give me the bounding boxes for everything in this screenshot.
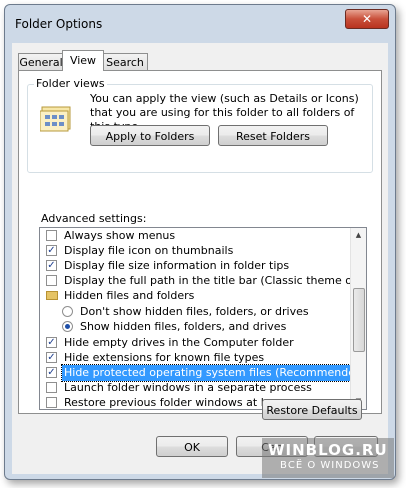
checkbox[interactable] xyxy=(46,230,57,241)
checkbox-checked[interactable]: ✓ xyxy=(46,337,57,348)
close-icon: ✕ xyxy=(361,12,373,26)
setting-label: Don't show hidden files, folders, or dri… xyxy=(80,305,309,318)
window-title: Folder Options xyxy=(15,17,103,31)
close-button[interactable]: ✕ xyxy=(345,9,389,29)
vertical-scrollbar[interactable]: ▲ ▼ xyxy=(350,228,366,409)
setting-label: Hide extensions for known file types xyxy=(64,351,265,364)
reset-folders-button[interactable]: Reset Folders xyxy=(218,125,328,146)
setting-label: Show hidden files, folders, and drives xyxy=(80,320,287,333)
checkbox-checked[interactable]: ✓ xyxy=(46,245,57,256)
tab-view[interactable]: View xyxy=(62,50,104,71)
ok-button[interactable]: OK xyxy=(156,436,228,457)
advanced-settings-label: Advanced settings: xyxy=(41,212,147,225)
checkbox[interactable] xyxy=(46,397,57,408)
setting-label: Launch folder windows in a separate proc… xyxy=(64,381,312,394)
setting-label: Display file icon on thumbnails xyxy=(64,244,234,257)
radio-button[interactable] xyxy=(62,306,73,317)
folder-views-legend: Folder views xyxy=(34,77,107,90)
setting-label: Hide protected operating system files (R… xyxy=(60,364,367,382)
watermark: WINBLOG.RU ВСЁ О WINDOWS xyxy=(262,438,394,478)
restore-defaults-button[interactable]: Restore Defaults xyxy=(262,399,362,420)
setting-label: Hide empty drives in the Computer folder xyxy=(64,336,294,349)
advanced-settings-tree[interactable]: Always show menus ✓ Display file icon on… xyxy=(39,227,367,410)
tab-search[interactable]: Search xyxy=(102,53,148,71)
checkbox-checked[interactable]: ✓ xyxy=(46,352,57,363)
folder-views-group: Folder views You can apply the view (suc… xyxy=(27,77,373,173)
folder-options-window: Folder Options ✕ General View Search Fol… xyxy=(4,4,396,480)
radio-button-selected[interactable] xyxy=(62,321,73,332)
apply-to-folders-button[interactable]: Apply to Folders xyxy=(90,125,210,146)
setting-label: Display file size information in folder … xyxy=(64,259,290,272)
setting-label: Always show menus xyxy=(64,229,176,242)
folder-icon xyxy=(46,291,58,300)
view-tab-panel: Folder views You can apply the view (suc… xyxy=(18,70,382,414)
scroll-thumb[interactable] xyxy=(353,288,365,352)
setting-label: Display the full path in the title bar (… xyxy=(64,274,367,287)
checkbox[interactable] xyxy=(46,275,57,286)
watermark-title: WINBLOG.RU xyxy=(268,441,388,459)
checkbox[interactable] xyxy=(46,382,57,393)
checkbox-checked[interactable]: ✓ xyxy=(46,367,57,378)
setting-label: Hidden files and folders xyxy=(64,289,195,302)
scroll-up-arrow-icon[interactable]: ▲ xyxy=(351,228,366,243)
tab-general[interactable]: General xyxy=(18,53,64,71)
setting-label: Restore previous folder windows at logon xyxy=(64,396,292,409)
title-bar[interactable]: Folder Options ✕ xyxy=(5,5,395,39)
watermark-subtitle: ВСЁ О WINDOWS xyxy=(280,460,380,471)
checkbox-checked[interactable]: ✓ xyxy=(46,260,57,271)
folder-views-icon xyxy=(40,106,71,132)
dialog-client-area: General View Search Folder views You can… xyxy=(12,43,388,474)
